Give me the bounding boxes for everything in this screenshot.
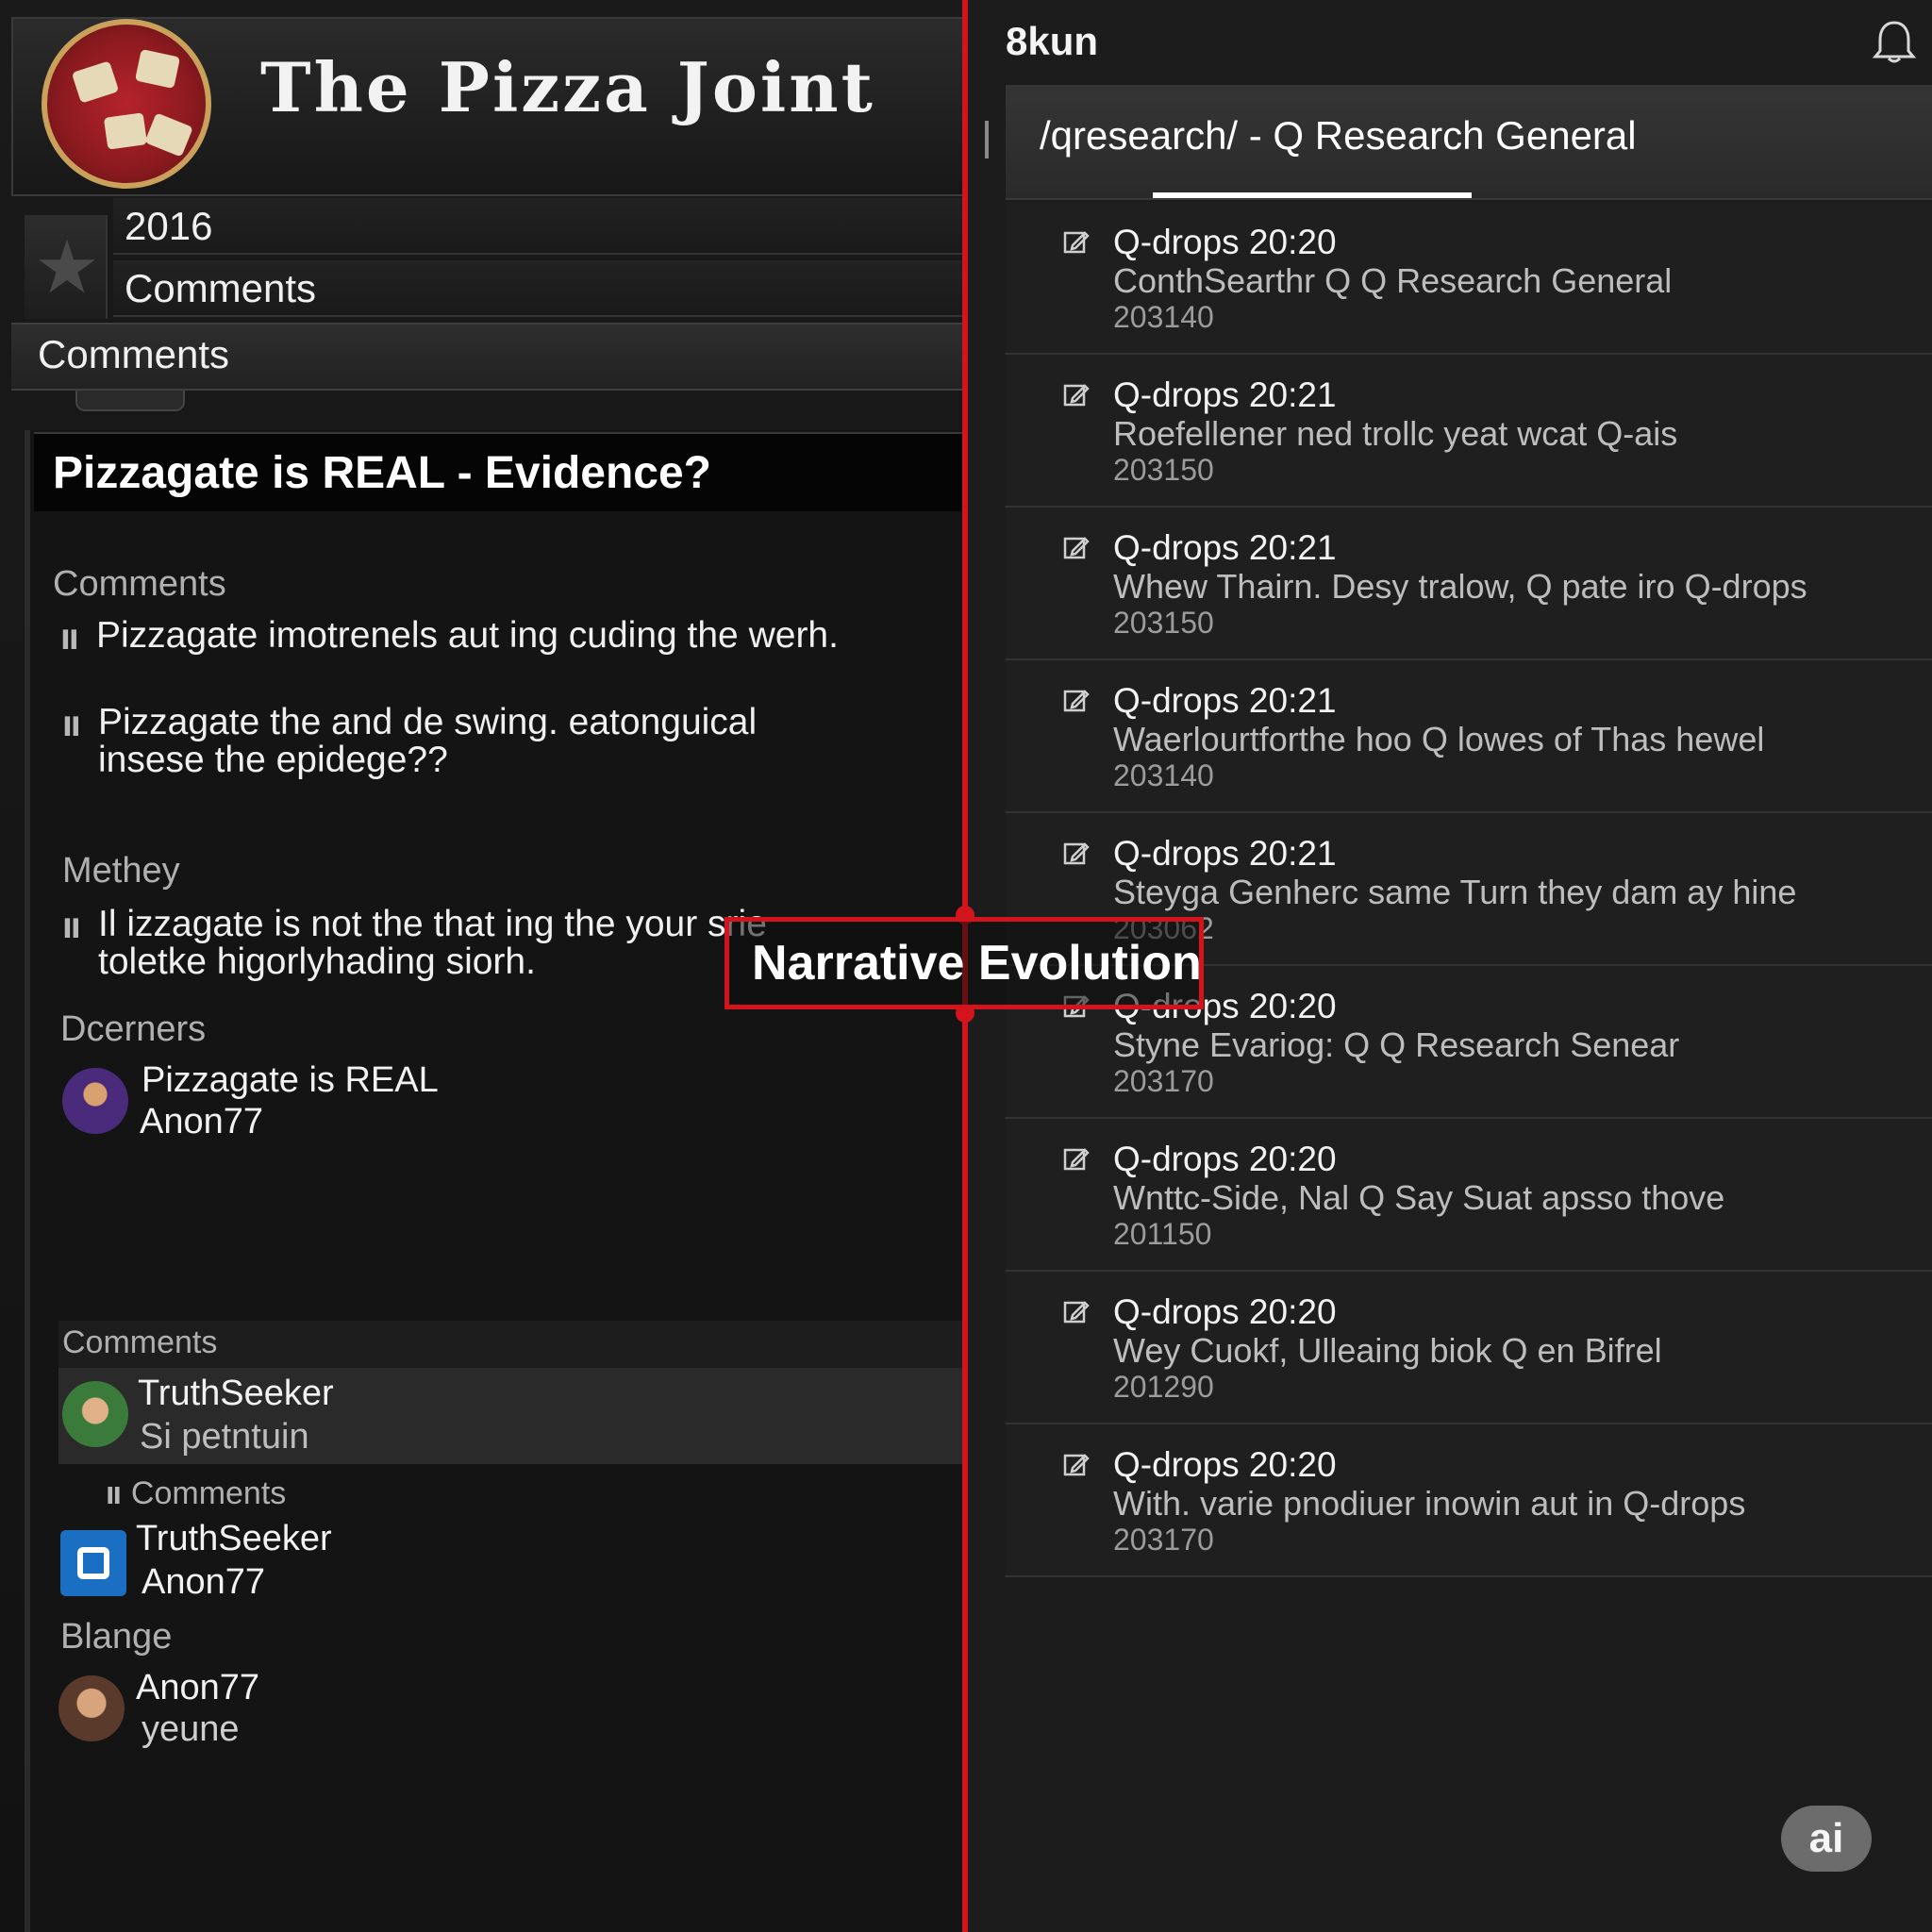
feed-item[interactable]: Q-drops 20:20 ConthSearthr Q Q Research G… <box>1006 202 1932 355</box>
user-name[interactable]: Pizzagate is REAL <box>142 1060 439 1101</box>
feed-item-number: 201150 <box>1113 1217 1212 1251</box>
comment-text: Pizzagate imotrenels aut ing cuding the … <box>96 615 839 656</box>
nav-year[interactable]: 2016 <box>113 198 964 255</box>
user-handle[interactable]: Anon77 <box>142 1562 265 1603</box>
edit-note-icon <box>1063 1148 1090 1171</box>
user-subtext: Si petntuin <box>140 1417 309 1457</box>
feed-item-number: 203140 <box>1113 300 1214 334</box>
feed-item-text: Steyga Genherc same Turn they dam ay hin… <box>1113 873 1797 911</box>
comments-tab-bar: Comments <box>11 323 964 411</box>
user-name[interactable]: Anon77 <box>136 1668 259 1708</box>
avatar[interactable] <box>62 1381 128 1447</box>
feed-item-text: Styne Evariog: Q Q Research Senear <box>1113 1025 1680 1064</box>
feed-item[interactable]: Q-drops 20:21 Whew Thairn. Desy tralow, Q… <box>1006 508 1932 660</box>
q-drops-feed: Q-drops 20:20 ConthSearthr Q Q Research G… <box>1006 202 1932 1577</box>
feed-item[interactable]: Q-drops 20:21 Roefellener ned trollc yeat… <box>1006 355 1932 508</box>
comment-bullet: ıı Pizzagate the and de swing. eatonguica… <box>62 702 758 780</box>
edit-note-icon <box>1063 384 1090 407</box>
feed-item-number: 201290 <box>1113 1370 1214 1404</box>
active-tab-indicator <box>1153 192 1472 198</box>
comment-text: Pizzagate the and de swing. eatonguical … <box>98 702 758 780</box>
edit-note-icon <box>1063 842 1090 865</box>
divider-pipe <box>985 121 989 158</box>
star-badge-icon: ★ <box>25 215 108 319</box>
user-subtext: yeune <box>142 1709 240 1749</box>
avatar[interactable] <box>58 1675 125 1741</box>
feed-item-title: Q-drops 20:21 <box>1113 528 1337 567</box>
comments-bar-label: Comments <box>62 1324 218 1360</box>
feed-item-number: 203170 <box>1113 1064 1214 1098</box>
nested-comments-label: ıı Comments <box>106 1475 287 1511</box>
section-heading-comments: Comments <box>53 564 226 604</box>
feed-item[interactable]: Q-drops 20:20 Wnttc-Side, Nal Q Say Suat … <box>1006 1119 1932 1272</box>
comment-row-highlighted[interactable]: TruthSeeker Si petntuin <box>58 1368 964 1464</box>
feed-item-number: 203170 <box>1113 1523 1214 1557</box>
feed-item-text: Wey Cuokf, Ulleaing biok Q en Bifrel <box>1113 1331 1662 1370</box>
feed-item[interactable]: Q-drops 20:20 With. varie pnodiuer inowin… <box>1006 1424 1932 1577</box>
feed-item-text: Roefellener ned trollc yeat wcat Q-ais <box>1113 414 1678 453</box>
post-title[interactable]: Pizzagate is REAL - Evidence? <box>53 447 711 499</box>
site-title: The Pizza Joint <box>260 47 875 127</box>
feed-item-number: 203150 <box>1113 453 1214 487</box>
edit-note-icon <box>1063 537 1090 559</box>
app-name[interactable]: 8kun <box>1006 19 1098 64</box>
pizza-logo-icon[interactable] <box>42 19 211 189</box>
nav-comments[interactable]: Comments <box>113 260 964 317</box>
narrative-evolution-label: Narrative Evolution <box>752 936 1202 991</box>
ai-badge[interactable]: ai <box>1781 1806 1872 1872</box>
feed-item-title: Q-drops 20:20 <box>1113 1292 1337 1331</box>
feed-item-number: 203140 <box>1113 758 1214 792</box>
feed-item[interactable]: Q-drops 20:21 Waerlourtforthe hoo Q lowes… <box>1006 660 1932 813</box>
feed-item-number: 203150 <box>1113 606 1214 640</box>
feed-item-text: Wnttc-Side, Nal Q Say Suat apsso thove <box>1113 1178 1725 1217</box>
avatar[interactable] <box>62 1068 128 1134</box>
comment-bullet: ıı Pizzagate imotrenels aut ing cuding th… <box>60 615 839 658</box>
feed-item-title: Q-drops 20:21 <box>1113 375 1337 414</box>
feed-item-text: Waerlourtforthe hoo Q lowes of Thas hewe… <box>1113 720 1765 758</box>
edit-note-icon <box>1063 690 1090 712</box>
feed-item-title: Q-drops 20:20 <box>1113 1140 1337 1178</box>
user-name[interactable]: TruthSeeker <box>138 1374 334 1414</box>
section-heading-methey: Methey <box>62 851 180 891</box>
narrative-evolution-box: Narrative Evolution <box>724 917 1204 1009</box>
header-nav: ★ 2016 Comments <box>11 198 964 321</box>
edit-note-icon <box>1063 1454 1090 1476</box>
comment-bullet: ıı Il izzagate is not the that ing the yo… <box>62 904 767 982</box>
post-title-bar: Pizzagate is REAL - Evidence? <box>34 432 964 511</box>
user-handle[interactable]: Anon77 <box>140 1102 263 1142</box>
feed-item-text: With. varie pnodiuer inowin aut in Q-dro… <box>1113 1484 1746 1523</box>
feed-item-title: Q-drops 20:21 <box>1113 681 1337 720</box>
section-heading-dcerners: Dcerners <box>60 1009 207 1049</box>
feed-item-title: Q-drops 20:20 <box>1113 223 1337 261</box>
site-header: The Pizza Joint <box>11 17 964 196</box>
feed-item-text: Whew Thairn. Desy tralow, Q pate iro Q-d… <box>1113 567 1807 606</box>
board-tab-bar: /qresearch/ - Q Research General <box>1006 85 1932 200</box>
feed-item-title: Q-drops 20:20 <box>1113 1445 1337 1484</box>
avatar-blue-square[interactable] <box>60 1530 126 1596</box>
edit-note-icon <box>1063 1301 1090 1324</box>
comments-tab[interactable]: Comments <box>38 332 229 377</box>
comments-bar: Comments <box>58 1321 964 1368</box>
board-title[interactable]: /qresearch/ - Q Research General <box>1040 113 1637 158</box>
feed-item-title: Q-drops 20:21 <box>1113 834 1337 873</box>
section-heading-blange: Blange <box>60 1617 173 1657</box>
tab-handle <box>75 391 185 411</box>
bell-icon[interactable] <box>1870 17 1919 66</box>
user-name[interactable]: TruthSeeker <box>136 1519 332 1559</box>
comment-text: Il izzagate is not the that ing the your… <box>98 904 767 982</box>
edit-note-icon <box>1063 231 1090 254</box>
feed-item-text: ConthSearthr Q Q Research General <box>1113 261 1673 300</box>
feed-item[interactable]: Q-drops 20:20 Wey Cuokf, Ulleaing biok Q … <box>1006 1272 1932 1424</box>
